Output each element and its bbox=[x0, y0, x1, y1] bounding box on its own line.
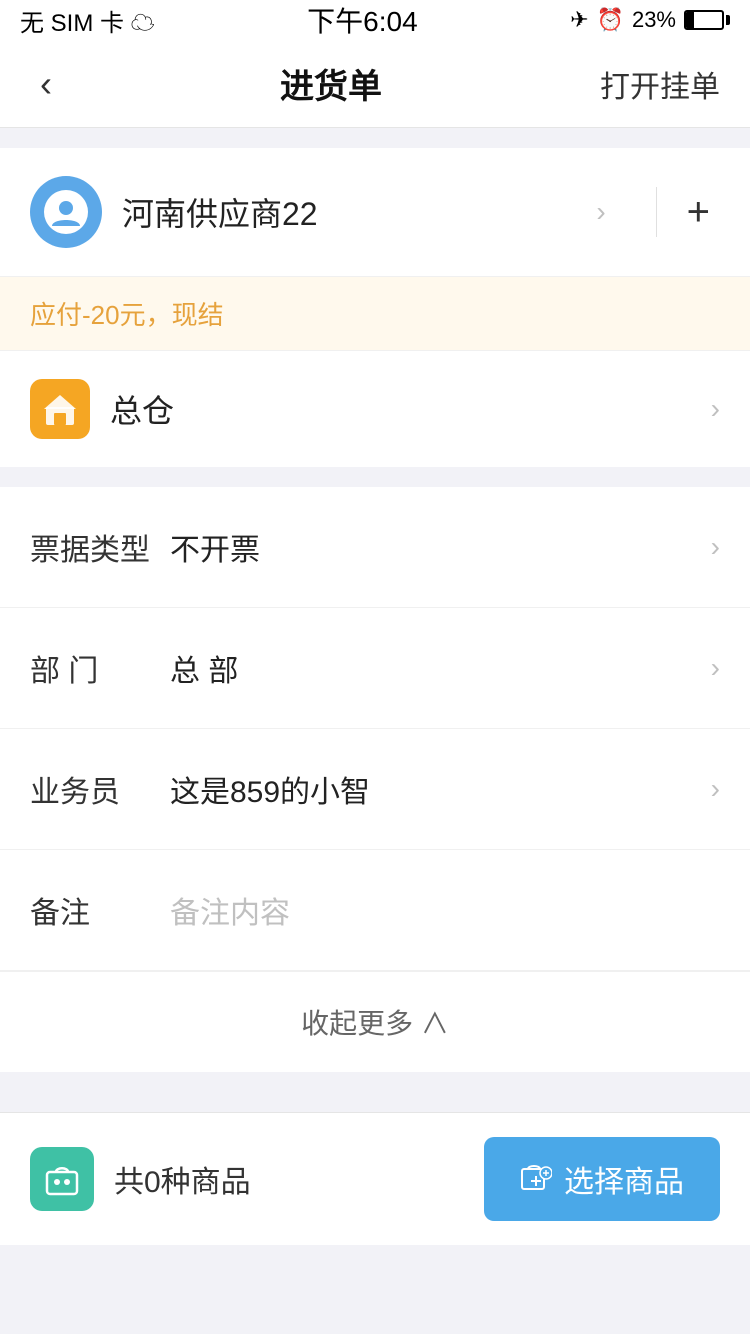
status-bar-right: ✈ ⏰ 23% bbox=[570, 7, 730, 33]
supplier-row[interactable]: 河南供应商22 › + bbox=[0, 148, 750, 277]
supplier-chevron-icon: › bbox=[596, 196, 605, 228]
remark-value[interactable]: 备注内容 bbox=[170, 888, 720, 932]
invoice-type-label: 票据类型 bbox=[30, 525, 170, 569]
invoice-type-value: 不开票 bbox=[170, 525, 711, 569]
status-bar-time: 下午6:04 bbox=[307, 0, 418, 40]
warehouse-name: 总仓 bbox=[110, 386, 711, 432]
salesperson-label: 业务员 bbox=[30, 767, 170, 811]
notice-bar: 应付-20元，现结 bbox=[0, 277, 750, 350]
vertical-divider bbox=[656, 187, 657, 237]
open-pending-button[interactable]: 打开挂单 bbox=[600, 62, 720, 106]
warehouse-chevron-icon: › bbox=[711, 393, 720, 425]
status-bar-left: 无 SIM 卡 ☁ bbox=[20, 3, 155, 38]
collapse-label: 收起更多 ∧ bbox=[301, 1008, 449, 1039]
invoice-type-row[interactable]: 票据类型 不开票 › bbox=[0, 487, 750, 608]
product-count-text: 共0种商品 bbox=[114, 1157, 484, 1201]
notice-text: 应付-20元，现结 bbox=[30, 300, 224, 330]
divider-top bbox=[0, 128, 750, 148]
collapse-button[interactable]: 收起更多 ∧ bbox=[0, 971, 750, 1072]
location-icon: ✈ bbox=[570, 7, 588, 33]
supplier-card: 河南供应商22 › + 应付-20元，现结 总仓 › bbox=[0, 148, 750, 467]
status-bar: 无 SIM 卡 ☁ 下午6:04 ✈ ⏰ 23% bbox=[0, 0, 750, 40]
supplier-avatar bbox=[30, 176, 102, 248]
warehouse-row[interactable]: 总仓 › bbox=[0, 350, 750, 467]
select-product-label: 选择商品 bbox=[564, 1157, 684, 1201]
department-label: 部 门 bbox=[30, 646, 170, 690]
divider-bottom bbox=[0, 1072, 750, 1092]
salesperson-row[interactable]: 业务员 这是859的小智 › bbox=[0, 729, 750, 850]
avatar-icon bbox=[44, 190, 88, 234]
divider-mid bbox=[0, 467, 750, 487]
salesperson-chevron-icon: › bbox=[711, 773, 720, 805]
warehouse-icon bbox=[30, 379, 90, 439]
supplier-name: 河南供应商22 bbox=[122, 189, 596, 235]
battery-text: 23% bbox=[632, 7, 676, 33]
sim-text: 无 SIM 卡 ☁ bbox=[20, 3, 155, 38]
add-supplier-button[interactable]: + bbox=[677, 190, 720, 235]
alarm-icon: ⏰ bbox=[597, 7, 624, 33]
bottom-bar: 共0种商品 选择商品 bbox=[0, 1112, 750, 1245]
department-chevron-icon: › bbox=[711, 652, 720, 684]
department-row[interactable]: 部 门 总 部 › bbox=[0, 608, 750, 729]
page-title: 进货单 bbox=[280, 59, 382, 108]
form-card: 票据类型 不开票 › 部 门 总 部 › 业务员 这是859的小智 › 备注 备… bbox=[0, 487, 750, 1072]
nav-bar: ‹ 进货单 打开挂单 bbox=[0, 40, 750, 128]
salesperson-value: 这是859的小智 bbox=[170, 767, 711, 811]
department-value: 总 部 bbox=[170, 646, 711, 690]
product-icon bbox=[30, 1147, 94, 1211]
battery-icon bbox=[684, 10, 730, 30]
select-product-icon bbox=[520, 1163, 552, 1195]
select-product-button[interactable]: 选择商品 bbox=[484, 1137, 720, 1221]
back-button[interactable]: ‹ bbox=[30, 53, 62, 115]
remark-row[interactable]: 备注 备注内容 bbox=[0, 850, 750, 971]
remark-label: 备注 bbox=[30, 888, 170, 932]
invoice-type-chevron-icon: › bbox=[711, 531, 720, 563]
